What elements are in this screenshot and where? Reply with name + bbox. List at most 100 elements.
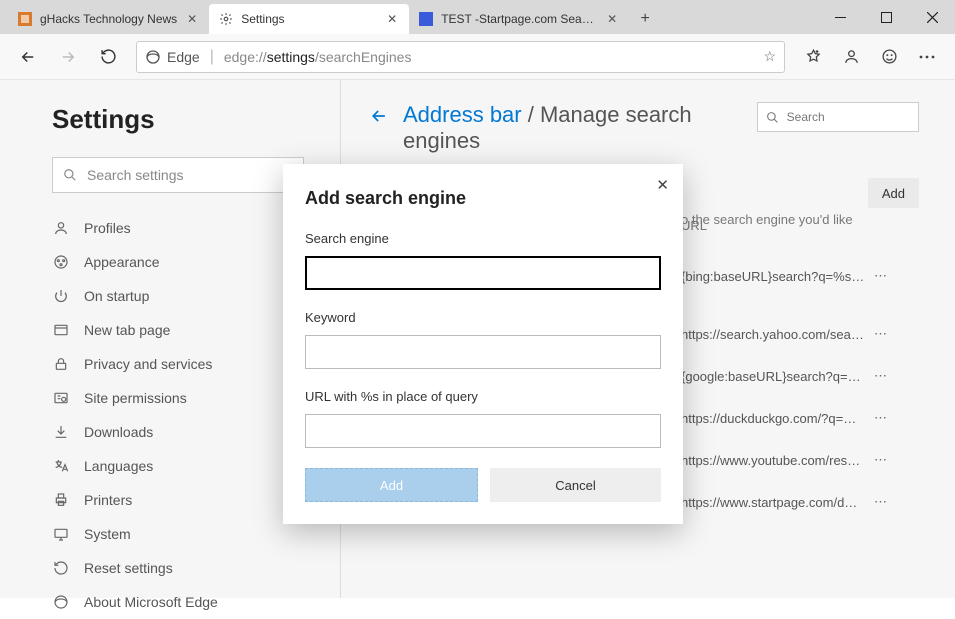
tab-title: Settings <box>241 12 377 26</box>
breadcrumb: Address bar / Manage search engines <box>403 102 743 154</box>
sidebar-item-reset[interactable]: Reset settings <box>52 551 304 585</box>
tab-title: gHacks Technology News <box>40 12 177 26</box>
more-icon[interactable]: ⋯ <box>871 268 891 284</box>
more-icon[interactable]: ⋯ <box>871 452 891 468</box>
favorites-button[interactable] <box>795 39 831 75</box>
url-input[interactable] <box>305 414 661 448</box>
printer-icon <box>52 492 70 508</box>
sidebar-item-printers[interactable]: Printers <box>52 483 304 517</box>
lock-icon <box>52 356 70 372</box>
newtab-icon <box>52 322 70 338</box>
close-window-button[interactable] <box>909 0 955 34</box>
search-icon <box>766 111 779 124</box>
search-placeholder: Search <box>787 110 825 124</box>
page-title: Settings <box>52 104 304 135</box>
column-header-url: URL <box>681 218 891 233</box>
reset-icon <box>52 560 70 576</box>
titlebar: gHacks Technology News ✕ Settings ✕ TEST… <box>0 0 955 34</box>
menu-button[interactable] <box>909 39 945 75</box>
dialog-cancel-button[interactable]: Cancel <box>490 468 661 502</box>
close-icon[interactable]: ✕ <box>385 12 399 26</box>
appearance-icon <box>52 254 70 270</box>
new-tab-button[interactable]: + <box>629 4 661 34</box>
sidebar-item-languages[interactable]: Languages <box>52 449 304 483</box>
profile-icon <box>52 220 70 236</box>
tab-ghacks[interactable]: gHacks Technology News ✕ <box>8 4 209 34</box>
edge-icon <box>145 49 161 65</box>
identity-label: Edge <box>167 49 200 65</box>
sidebar-item-label: On startup <box>84 288 149 304</box>
minimize-button[interactable] <box>817 0 863 34</box>
sidebar-item-label: Site permissions <box>84 390 187 406</box>
engine-url: https://www.youtube.com/res… <box>681 453 867 468</box>
url-text: edge://settings/searchEngines <box>224 49 754 65</box>
field-label-url: URL with %s in place of query <box>305 389 661 404</box>
close-icon[interactable]: ✕ <box>656 176 669 194</box>
maximize-button[interactable] <box>863 0 909 34</box>
search-engines-input[interactable]: Search <box>757 102 919 132</box>
dialog-add-button[interactable]: Add <box>305 468 478 502</box>
tab-title: TEST -Startpage.com Search resu <box>441 12 597 26</box>
breadcrumb-link[interactable]: Address bar <box>403 102 522 127</box>
engine-row: https://duckduckgo.com/?q=… ⋯ <box>681 397 891 439</box>
sidebar-item-privacy[interactable]: Privacy and services <box>52 347 304 381</box>
close-icon[interactable]: ✕ <box>605 12 619 26</box>
feedback-button[interactable] <box>871 39 907 75</box>
sidebar-item-appearance[interactable]: Appearance <box>52 245 304 279</box>
sidebar-item-label: Printers <box>84 492 132 508</box>
sidebar-item-label: Profiles <box>84 220 131 236</box>
favicon-startpage <box>419 12 433 26</box>
edge-icon <box>52 594 70 610</box>
search-settings-input[interactable]: Search settings <box>52 157 304 193</box>
engine-url: https://search.yahoo.com/sea… <box>681 327 867 342</box>
refresh-button[interactable] <box>90 39 126 75</box>
dialog-title: Add search engine <box>305 188 661 209</box>
system-icon <box>52 526 70 542</box>
sidebar-item-label: New tab page <box>84 322 170 338</box>
engine-url: https://duckduckgo.com/?q=… <box>681 411 867 426</box>
back-button[interactable] <box>10 39 46 75</box>
sidebar-item-downloads[interactable]: Downloads <box>52 415 304 449</box>
language-icon <box>52 458 70 474</box>
search-engine-input[interactable] <box>305 256 661 290</box>
close-icon[interactable]: ✕ <box>185 12 199 26</box>
profile-button[interactable] <box>833 39 869 75</box>
sidebar-item-label: Downloads <box>84 424 153 440</box>
sidebar-item-label: Reset settings <box>84 560 173 576</box>
power-icon <box>52 288 70 304</box>
site-identity[interactable]: Edge <box>145 49 200 65</box>
permissions-icon <box>52 390 70 406</box>
sidebar-item-label: System <box>84 526 131 542</box>
toolbar: Edge | edge://settings/searchEngines ☆ <box>0 34 955 80</box>
more-icon[interactable]: ⋯ <box>871 368 891 384</box>
engine-url: https://www.startpage.com/d… <box>681 495 867 510</box>
more-icon[interactable]: ⋯ <box>871 326 891 342</box>
add-button[interactable]: Add <box>868 178 919 208</box>
engine-row: {google:baseURL}search?q=%… ⋯ <box>681 355 891 397</box>
engine-url: {google:baseURL}search?q=%… <box>681 369 867 384</box>
sidebar-item-onstartup[interactable]: On startup <box>52 279 304 313</box>
sidebar-item-system[interactable]: System <box>52 517 304 551</box>
more-icon[interactable]: ⋯ <box>871 410 891 426</box>
sidebar-item-newtab[interactable]: New tab page <box>52 313 304 347</box>
field-label-keyword: Keyword <box>305 310 661 325</box>
address-bar[interactable]: Edge | edge://settings/searchEngines ☆ <box>136 41 785 73</box>
more-icon[interactable]: ⋯ <box>871 494 891 510</box>
search-icon <box>63 168 77 182</box>
tab-settings[interactable]: Settings ✕ <box>209 4 409 34</box>
sidebar-item-label: Languages <box>84 458 153 474</box>
engine-row: https://www.startpage.com/d… ⋯ <box>681 481 891 523</box>
sidebar-item-about[interactable]: About Microsoft Edge <box>52 585 304 619</box>
field-label-search-engine: Search engine <box>305 231 661 246</box>
favicon-ghacks <box>18 12 32 26</box>
sidebar-item-label: About Microsoft Edge <box>84 594 218 610</box>
window-controls <box>817 0 955 34</box>
keyword-input[interactable] <box>305 335 661 369</box>
sidebar-item-profiles[interactable]: Profiles <box>52 211 304 245</box>
forward-button[interactable] <box>50 39 86 75</box>
favorite-star-icon[interactable]: ☆ <box>763 48 776 65</box>
tab-startpage[interactable]: TEST -Startpage.com Search resu ✕ <box>409 4 629 34</box>
engine-row: {bing:baseURL}search?q=%s…⋯ <box>681 255 891 297</box>
back-arrow-icon[interactable] <box>369 106 389 126</box>
sidebar-item-sitepermissions[interactable]: Site permissions <box>52 381 304 415</box>
